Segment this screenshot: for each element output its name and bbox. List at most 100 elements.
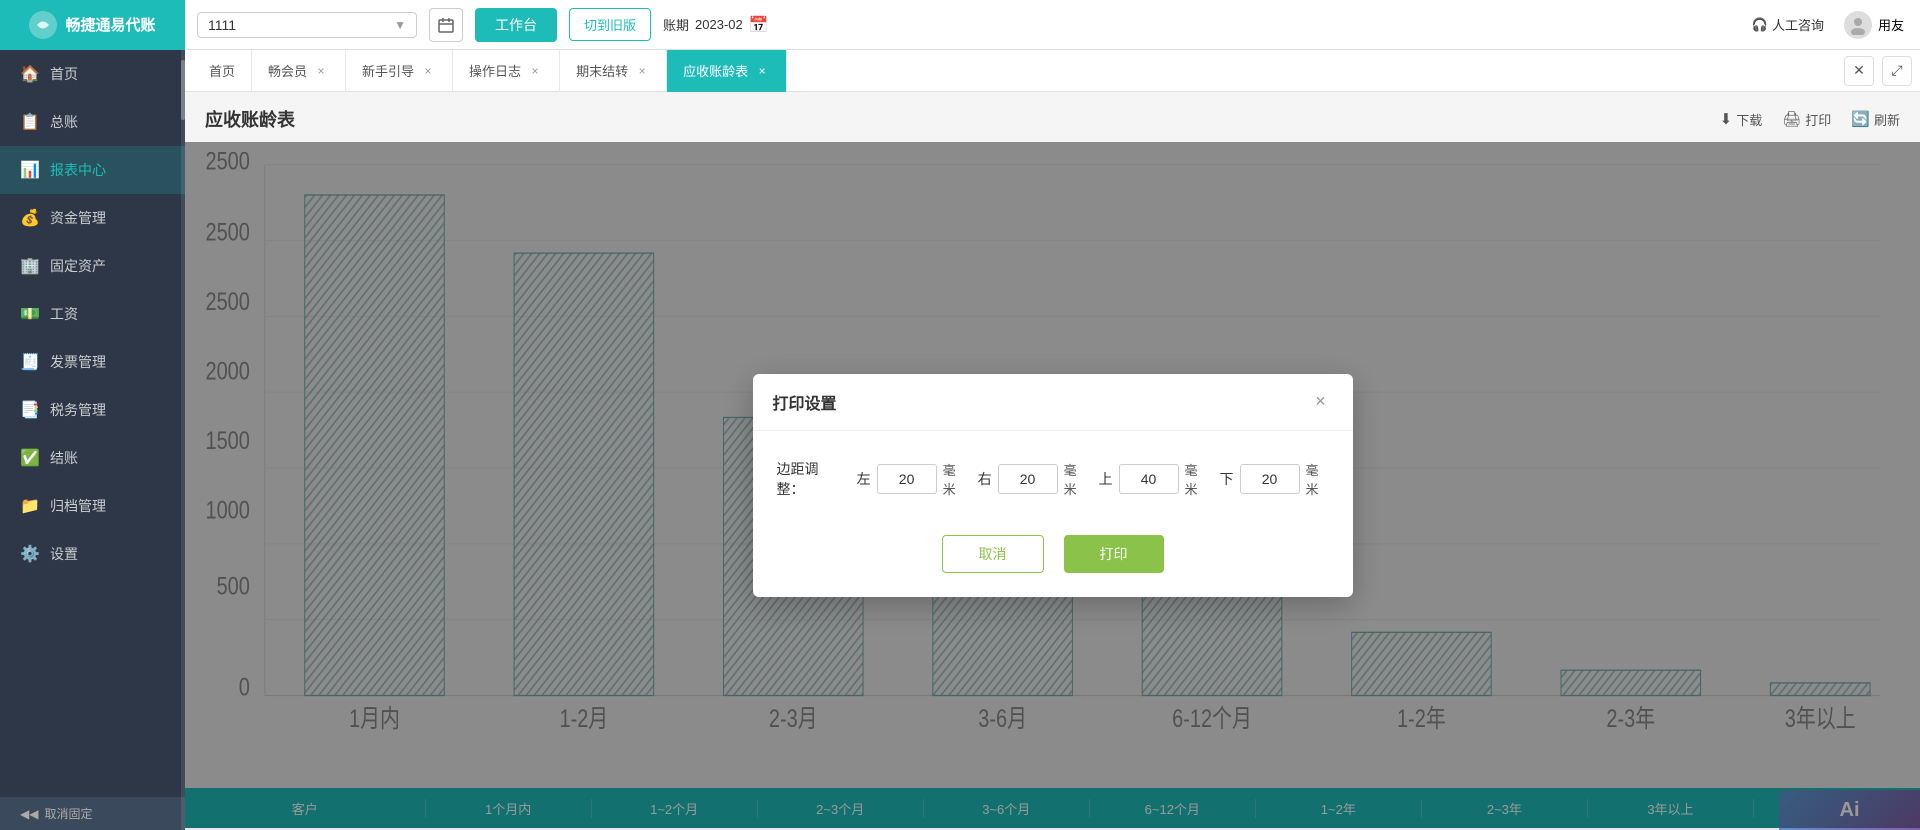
sidebar-item-reports[interactable]: 📊 报表中心 xyxy=(0,146,185,194)
sidebar-item-ledger[interactable]: 📋 总账 xyxy=(0,98,185,146)
accounting-period: 账期 2023-02 📅 xyxy=(663,15,769,35)
tab-home[interactable]: 首页 xyxy=(193,50,252,92)
sidebar-item-tax[interactable]: 📑 税务管理 xyxy=(0,386,185,434)
page-title: 应收账龄表 xyxy=(205,106,295,132)
tab-close-window-button[interactable]: ✕ xyxy=(1844,56,1874,86)
print-button[interactable]: 🖨 打印 xyxy=(1782,110,1831,129)
archive-icon: 📁 xyxy=(20,496,40,516)
header-right: 🎧 人工咨询 用友 xyxy=(1752,11,1904,39)
tab-aging[interactable]: 应收账龄表 × xyxy=(667,50,787,92)
logo-text: 畅捷通易代账 xyxy=(65,14,155,35)
collapse-bar[interactable]: ◀◀ 取消固定 xyxy=(0,797,185,830)
top-margin-group: 上 毫米 xyxy=(1099,460,1208,498)
accounting-period-label: 账期 xyxy=(663,15,689,34)
tab-actions: ✕ ⤢ xyxy=(1844,56,1912,86)
sidebar-item-home[interactable]: 🏠 首页 xyxy=(0,50,185,98)
calendar-button[interactable] xyxy=(429,8,463,42)
tab-member-close[interactable]: × xyxy=(313,63,329,79)
content-area: 首页 畅会员 × 新手引导 × 操作日志 × 期末结转 × 应收账龄表 × xyxy=(185,50,1920,830)
salary-icon: 💵 xyxy=(20,304,40,324)
refresh-icon: 🔄 xyxy=(1851,110,1870,128)
left-margin-input[interactable] xyxy=(877,464,937,494)
dialog-print-button[interactable]: 打印 xyxy=(1064,535,1164,573)
refresh-label: 刷新 xyxy=(1874,110,1900,129)
dialog-header: 打印设置 × xyxy=(753,374,1353,431)
logo-icon xyxy=(29,11,57,39)
dialog-body: 边距调整： 左 毫米 右 毫米 xyxy=(753,431,1353,519)
bottom-margin-label: 下 xyxy=(1220,469,1234,489)
tab-guide-close[interactable]: × xyxy=(420,63,436,79)
tab-guide[interactable]: 新手引导 × xyxy=(346,50,453,92)
tab-period-close[interactable]: × xyxy=(634,63,650,79)
sidebar-item-label-settings: 设置 xyxy=(50,544,78,564)
tab-member[interactable]: 畅会员 × xyxy=(252,50,346,92)
bottom-margin-group: 下 毫米 xyxy=(1220,460,1329,498)
workbench-button[interactable]: 工作台 xyxy=(475,8,557,42)
cancel-button[interactable]: 取消 xyxy=(942,535,1044,573)
sidebar-item-checkout[interactable]: ✅ 结账 xyxy=(0,434,185,482)
tab-log-label: 操作日志 xyxy=(469,61,521,80)
bottom-margin-input[interactable] xyxy=(1240,464,1300,494)
tab-log-close[interactable]: × xyxy=(527,63,543,79)
print-settings-dialog: 打印设置 × 边距调整： 左 毫米 xyxy=(753,374,1353,597)
tab-guide-label: 新手引导 xyxy=(362,61,414,80)
tab-period[interactable]: 期末结转 × xyxy=(560,50,667,92)
right-margin-input[interactable] xyxy=(998,464,1058,494)
sidebar-item-funds[interactable]: 💰 资金管理 xyxy=(0,194,185,242)
switch-old-button[interactable]: 切到旧版 xyxy=(569,8,651,41)
funds-icon: 💰 xyxy=(20,208,40,228)
sidebar-item-invoice[interactable]: 🧾 发票管理 xyxy=(0,338,185,386)
sidebar-item-label-invoice: 发票管理 xyxy=(50,352,106,372)
period-calendar-icon[interactable]: 📅 xyxy=(749,15,769,35)
modal-overlay: 打印设置 × 边距调整： 左 毫米 xyxy=(185,142,1920,828)
top-header: 畅捷通易代账 1111 ▼ 工作台 切到旧版 账期 2023-02 📅 🎧 人工… xyxy=(0,0,1920,50)
sidebar-item-assets[interactable]: 🏢 固定资产 xyxy=(0,242,185,290)
tab-home-label: 首页 xyxy=(209,61,235,80)
home-icon: 🏠 xyxy=(20,64,40,84)
sidebar-item-archive[interactable]: 📁 归档管理 xyxy=(0,482,185,530)
page-header: 应收账龄表 ⬇ 下载 🖨 打印 🔄 刷新 xyxy=(185,92,1920,142)
refresh-button[interactable]: 🔄 刷新 xyxy=(1851,110,1900,129)
tab-aging-label: 应收账龄表 xyxy=(683,61,748,80)
tab-period-label: 期末结转 xyxy=(576,61,628,80)
dialog-close-button[interactable]: × xyxy=(1309,390,1333,414)
top-margin-unit: 毫米 xyxy=(1185,460,1208,498)
user-label: 用友 xyxy=(1878,15,1904,34)
user-area[interactable]: 用友 xyxy=(1844,11,1904,39)
print-icon: 🖨 xyxy=(1782,110,1801,128)
sidebar-item-label-home: 首页 xyxy=(50,64,78,84)
tax-icon: 📑 xyxy=(20,400,40,420)
collapse-label: 取消固定 xyxy=(44,805,92,822)
top-margin-input[interactable] xyxy=(1119,464,1179,494)
left-margin-group: 左 毫米 xyxy=(857,460,966,498)
company-selector[interactable]: 1111 ▼ xyxy=(197,12,417,38)
tab-aging-close[interactable]: × xyxy=(754,63,770,79)
left-margin-unit: 毫米 xyxy=(943,460,966,498)
main-layout: 🏠 首页 📋 总账 📊 报表中心 💰 资金管理 🏢 固定资产 💵 工资 🧾 发票… xyxy=(0,50,1920,830)
download-button[interactable]: ⬇ 下载 xyxy=(1720,110,1763,129)
sidebar-item-label-checkout: 结账 xyxy=(50,448,78,468)
company-name: 1111 xyxy=(208,17,386,33)
sidebar-item-salary[interactable]: 💵 工资 xyxy=(0,290,185,338)
headset-icon: 🎧 xyxy=(1752,17,1768,33)
consulting-label: 人工咨询 xyxy=(1772,15,1824,34)
dialog-footer: 取消 打印 xyxy=(753,519,1353,597)
tab-maximize-button[interactable]: ⤢ xyxy=(1882,56,1912,86)
bottom-margin-unit: 毫米 xyxy=(1306,460,1329,498)
sidebar-item-settings[interactable]: ⚙️ 设置 xyxy=(0,530,185,578)
sidebar: 🏠 首页 📋 总账 📊 报表中心 💰 资金管理 🏢 固定资产 💵 工资 🧾 发票… xyxy=(0,50,185,830)
consulting-button[interactable]: 🎧 人工咨询 xyxy=(1752,15,1824,34)
ledger-icon: 📋 xyxy=(20,112,40,132)
sidebar-item-label-ledger: 总账 xyxy=(50,112,78,132)
reports-icon: 📊 xyxy=(20,160,40,180)
right-margin-unit: 毫米 xyxy=(1064,460,1087,498)
invoice-icon: 🧾 xyxy=(20,352,40,372)
sidebar-item-label-assets: 固定资产 xyxy=(50,256,106,276)
margin-adjust-label: 边距调整： xyxy=(777,459,845,499)
tab-log[interactable]: 操作日志 × xyxy=(453,50,560,92)
checkout-icon: ✅ xyxy=(20,448,40,468)
sidebar-item-label-archive: 归档管理 xyxy=(50,496,106,516)
dialog-title: 打印设置 xyxy=(773,390,837,414)
settings-icon: ⚙️ xyxy=(20,544,40,564)
sidebar-item-label-reports: 报表中心 xyxy=(50,160,106,180)
